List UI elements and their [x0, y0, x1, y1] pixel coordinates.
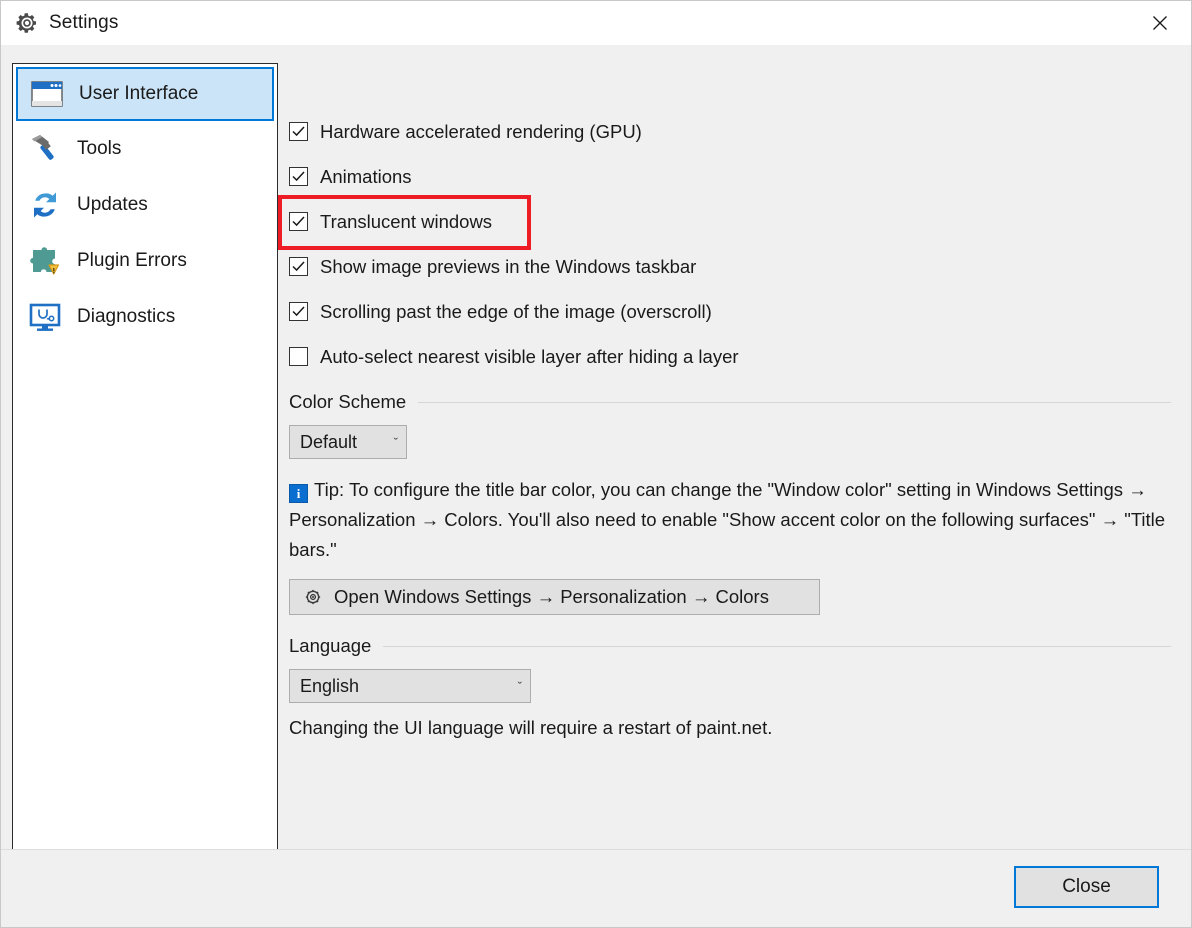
group-header-color-scheme: Color Scheme — [289, 387, 1183, 417]
sidebar-item-label: Diagnostics — [77, 306, 175, 328]
group-separator — [383, 646, 1171, 647]
language-value: English — [300, 676, 510, 697]
checkbox-label: Translucent windows — [320, 211, 492, 233]
checkmark-icon — [291, 259, 306, 274]
title-bar: Settings — [1, 1, 1191, 45]
refresh-arrows-icon — [27, 187, 63, 223]
monitor-stethoscope-icon — [27, 299, 63, 335]
sidebar-item-plugin-errors[interactable]: Plugin Errors — [13, 233, 277, 289]
checkbox-label: Scrolling past the edge of the image (ov… — [320, 301, 712, 323]
sidebar-item-user-interface[interactable]: User Interface — [16, 67, 274, 121]
checkbox-box — [289, 122, 308, 141]
group-title: Color Scheme — [289, 391, 406, 413]
group-header-language: Language — [289, 631, 1183, 661]
open-windows-settings-button[interactable]: Open Windows Settings → Personalization … — [289, 579, 820, 615]
settings-main-panel: Hardware accelerated rendering (GPU) Ani… — [289, 45, 1183, 849]
window-close-button[interactable] — [1129, 1, 1191, 45]
sidebar-item-updates[interactable]: Updates — [13, 177, 277, 233]
sidebar-item-label: User Interface — [79, 83, 198, 105]
checkbox-box — [289, 212, 308, 231]
checkbox-box — [289, 257, 308, 276]
checkbox-box — [289, 347, 308, 366]
checkbox-overscroll[interactable]: Scrolling past the edge of the image (ov… — [289, 289, 1183, 334]
dialog-footer: Close — [1, 849, 1191, 927]
checkmark-icon — [291, 304, 306, 319]
group-separator — [418, 402, 1171, 403]
checkbox-label: Animations — [320, 166, 412, 188]
hammer-icon — [27, 131, 63, 167]
info-icon: i — [289, 484, 308, 503]
checkmark-icon — [291, 124, 306, 139]
sidebar-item-diagnostics[interactable]: Diagnostics — [13, 289, 277, 345]
sidebar-item-label: Plugin Errors — [77, 250, 187, 272]
checkbox-label: Hardware accelerated rendering (GPU) — [320, 121, 642, 143]
gear-icon — [302, 586, 324, 608]
language-dropdown[interactable]: English ˇ — [289, 669, 531, 703]
open-windows-settings-label: Open Windows Settings → Personalization … — [334, 586, 769, 608]
checkbox-label: Auto-select nearest visible layer after … — [320, 346, 739, 368]
checkbox-hardware-accelerated-rendering[interactable]: Hardware accelerated rendering (GPU) — [289, 109, 1183, 154]
chevron-down-icon: ˇ — [394, 435, 398, 450]
close-icon — [1152, 15, 1168, 31]
color-scheme-value: Default — [300, 432, 386, 453]
checkbox-translucent-windows[interactable]: Translucent windows — [289, 199, 1183, 244]
tip-text: Tip: To configure the title bar color, y… — [289, 479, 1165, 560]
checkmark-icon — [291, 169, 306, 184]
puzzle-warning-icon — [27, 243, 63, 279]
language-restart-note: Changing the UI language will require a … — [289, 717, 1183, 739]
tip-text-block: iTip: To configure the title bar color, … — [289, 475, 1185, 565]
settings-dialog: Settings User Interface — [0, 0, 1192, 928]
close-button[interactable]: Close — [1014, 866, 1159, 908]
settings-sidebar: User Interface Tools Updates — [12, 63, 278, 854]
checkbox-auto-select-nearest-layer[interactable]: Auto-select nearest visible layer after … — [289, 334, 1183, 379]
color-scheme-dropdown[interactable]: Default ˇ — [289, 425, 407, 459]
sidebar-item-label: Tools — [77, 138, 121, 160]
checkbox-box — [289, 167, 308, 186]
group-title: Language — [289, 635, 371, 657]
close-button-label: Close — [1062, 876, 1111, 898]
dialog-body: User Interface Tools Updates — [1, 45, 1191, 849]
checkbox-animations[interactable]: Animations — [289, 154, 1183, 199]
chevron-down-icon: ˇ — [518, 679, 522, 694]
gear-icon — [15, 11, 39, 35]
sidebar-item-tools[interactable]: Tools — [13, 121, 277, 177]
page-title: Settings — [49, 12, 118, 34]
checkbox-show-image-previews[interactable]: Show image previews in the Windows taskb… — [289, 244, 1183, 289]
window-icon — [29, 76, 65, 112]
checkbox-box — [289, 302, 308, 321]
checkmark-icon — [291, 214, 306, 229]
sidebar-item-label: Updates — [77, 194, 148, 216]
checkbox-label: Show image previews in the Windows taskb… — [320, 256, 696, 278]
